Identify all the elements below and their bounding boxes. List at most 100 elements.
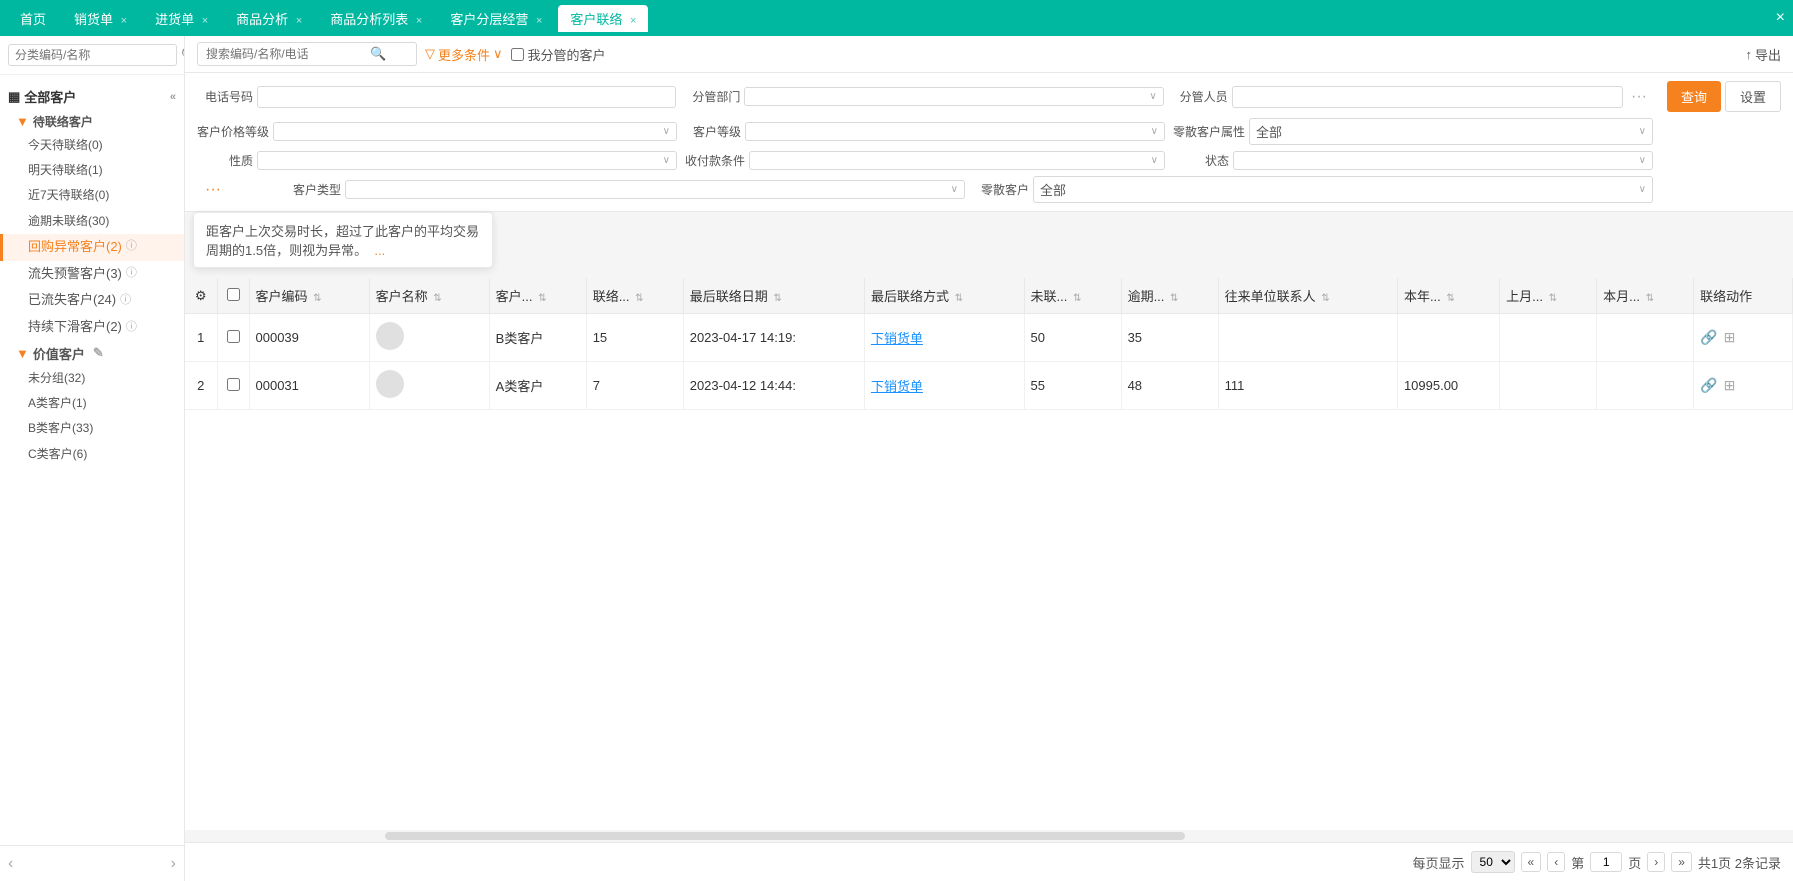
last-page-button[interactable]: » bbox=[1671, 852, 1692, 872]
nav-tab-customer-contact[interactable]: 客户联络 × bbox=[558, 5, 648, 32]
sort-icon[interactable]: ⇅ bbox=[955, 293, 963, 304]
close-icon[interactable]: × bbox=[121, 15, 127, 27]
sidebar-value-customers-group[interactable]: ▼ 价值客户 ✎ bbox=[0, 341, 184, 366]
close-icon[interactable]: × bbox=[296, 15, 302, 27]
sidebar-item-loss-warning[interactable]: 流失预警客户(3) ⓘ bbox=[0, 261, 184, 288]
main-search-icon[interactable]: 🔍 bbox=[370, 46, 386, 62]
right-arrow-icon[interactable]: › bbox=[171, 855, 176, 873]
page-number-input[interactable] bbox=[1590, 852, 1622, 872]
sort-icon[interactable]: ⇅ bbox=[313, 293, 321, 304]
filter-person-input[interactable] bbox=[1232, 86, 1623, 108]
td-checkbox-1[interactable] bbox=[217, 314, 249, 362]
next-page-button[interactable]: › bbox=[1647, 852, 1665, 872]
select-all-checkbox[interactable] bbox=[227, 288, 240, 301]
filter-customer-type-select[interactable]: ∨ bbox=[345, 180, 965, 199]
td-checkbox-2[interactable] bbox=[217, 362, 249, 410]
sort-icon[interactable]: ⇅ bbox=[1321, 293, 1329, 304]
horizontal-scrollbar[interactable] bbox=[185, 830, 1793, 842]
table-wrapper[interactable]: ⚙ 客户编码 ⇅ 客户名称 ⇅ bbox=[185, 278, 1793, 830]
filter-customer-level-select[interactable]: ∨ bbox=[745, 122, 1165, 141]
filter-person-dots[interactable]: ··· bbox=[1627, 89, 1651, 105]
filter-status-select[interactable]: ∨ bbox=[1233, 151, 1653, 170]
sidebar-item-ungrouped[interactable]: 未分组(32) bbox=[0, 366, 184, 391]
filter-phone: 电话号码 bbox=[197, 86, 676, 108]
nav-tab-home[interactable]: 首页 bbox=[8, 5, 58, 32]
filter-price-level-select[interactable]: ∨ bbox=[273, 122, 677, 141]
close-icon[interactable]: × bbox=[630, 15, 636, 27]
info-icon[interactable]: ⓘ bbox=[120, 292, 131, 310]
nav-tab-product-list[interactable]: 商品分析列表 × bbox=[318, 5, 434, 32]
sort-icon[interactable]: ⇅ bbox=[1646, 293, 1654, 304]
filter-payment-select[interactable]: ∨ bbox=[749, 151, 1165, 170]
filter-zero-attr-select[interactable]: 全部 ∨ bbox=[1249, 118, 1653, 145]
sidebar-item-tomorrow[interactable]: 明天待联络(1) bbox=[0, 158, 184, 183]
sidebar-item-declining[interactable]: 持续下滑客户(2) ⓘ bbox=[0, 314, 184, 341]
prev-page-button[interactable]: ‹ bbox=[1547, 852, 1565, 872]
close-icon[interactable]: × bbox=[202, 15, 208, 27]
filter-nature-select[interactable]: ∨ bbox=[257, 151, 677, 170]
last-method-link[interactable]: 下销货单 bbox=[871, 331, 923, 346]
sort-icon[interactable]: ⇅ bbox=[1170, 293, 1178, 304]
filter-customer-level: 客户等级 ∨ bbox=[685, 122, 1165, 141]
sort-icon[interactable]: ⇅ bbox=[433, 293, 441, 304]
sidebar-item-overdue[interactable]: 逾期未联络(30) bbox=[0, 209, 184, 234]
link-icon[interactable]: 🔗 bbox=[1700, 329, 1717, 346]
filter-dept-select[interactable]: ∨ bbox=[744, 87, 1163, 106]
td-type-1: B类客户 bbox=[489, 314, 586, 362]
filter-phone-input[interactable] bbox=[257, 86, 676, 108]
info-icon[interactable]: ⓘ bbox=[126, 265, 137, 283]
sidebar-item-today[interactable]: 今天待联络(0) bbox=[0, 133, 184, 158]
more-filter-button[interactable]: ▽ 更多条件 ∨ bbox=[425, 45, 503, 64]
gear-icon[interactable]: ⚙ bbox=[195, 288, 207, 303]
info-icon[interactable]: ⓘ bbox=[126, 319, 137, 337]
main-search-input[interactable] bbox=[206, 47, 366, 61]
sidebar-item-class-b[interactable]: B类客户(33) bbox=[0, 416, 184, 441]
th-gear[interactable]: ⚙ bbox=[185, 278, 217, 314]
query-button[interactable]: 查询 bbox=[1667, 81, 1721, 112]
sort-icon[interactable]: ⇅ bbox=[773, 293, 781, 304]
edit-icon[interactable]: ✎ bbox=[93, 345, 104, 361]
sidebar-item-7days[interactable]: 近7天待联络(0) bbox=[0, 183, 184, 208]
sidebar-item-class-a[interactable]: A类客户(1) bbox=[0, 391, 184, 416]
my-customer-checkbox-label[interactable]: 我分管的客户 bbox=[511, 45, 606, 64]
left-arrow-icon[interactable]: ‹ bbox=[8, 855, 13, 873]
filter-price-level-label: 客户价格等级 bbox=[197, 123, 269, 140]
sidebar-group-pending[interactable]: ▼ 待联络客户 bbox=[0, 110, 184, 133]
grid-icon[interactable]: ⊞ bbox=[1724, 329, 1736, 346]
sort-icon[interactable]: ⇅ bbox=[1446, 293, 1454, 304]
sidebar-item-class-c[interactable]: C类客户(6) bbox=[0, 442, 184, 467]
sort-icon[interactable]: ⇅ bbox=[538, 293, 546, 304]
export-button[interactable]: ↑ 导出 bbox=[1745, 45, 1781, 64]
sidebar-all-customers[interactable]: ▦ 全部客户 « bbox=[0, 83, 184, 110]
filter-zero-customer-select[interactable]: 全部 ∨ bbox=[1033, 176, 1653, 203]
close-icon[interactable]: × bbox=[536, 15, 542, 27]
nav-tab-sales[interactable]: 销货单 × bbox=[62, 5, 139, 32]
setting-button[interactable]: 设置 bbox=[1725, 81, 1781, 112]
per-page-select[interactable]: 50 bbox=[1471, 851, 1515, 873]
window-close-button[interactable]: × bbox=[1776, 9, 1785, 27]
grid-icon[interactable]: ⊞ bbox=[1724, 377, 1736, 394]
sidebar-collapse-btn[interactable]: « bbox=[170, 91, 176, 103]
sort-icon[interactable]: ⇅ bbox=[1073, 293, 1081, 304]
sort-icon[interactable]: ⇅ bbox=[635, 293, 643, 304]
close-icon[interactable]: × bbox=[416, 15, 422, 27]
sidebar-item-lost[interactable]: 已流失客户(24) ⓘ bbox=[0, 287, 184, 314]
my-customer-checkbox[interactable] bbox=[511, 48, 524, 61]
main-search-box[interactable]: 🔍 bbox=[197, 42, 417, 66]
first-page-button[interactable]: « bbox=[1521, 852, 1542, 872]
nav-tab-purchase[interactable]: 进货单 × bbox=[143, 5, 220, 32]
th-checkbox[interactable] bbox=[217, 278, 249, 314]
sort-icon[interactable]: ⇅ bbox=[1549, 293, 1557, 304]
row-checkbox[interactable] bbox=[227, 330, 240, 343]
last-method-link[interactable]: 下销货单 bbox=[871, 379, 923, 394]
row-checkbox[interactable] bbox=[227, 378, 240, 391]
filter-more-dots[interactable]: ··· bbox=[201, 182, 225, 198]
tooltip-more-dots[interactable]: ... bbox=[374, 243, 385, 258]
nav-tab-product-analysis[interactable]: 商品分析 × bbox=[224, 5, 314, 32]
link-icon[interactable]: 🔗 bbox=[1700, 377, 1717, 394]
info-icon[interactable]: ⓘ bbox=[126, 238, 137, 256]
sidebar-item-repurchase-abnormal[interactable]: 回购异常客户(2) ⓘ bbox=[0, 234, 184, 261]
scrollbar-thumb[interactable] bbox=[385, 832, 1185, 840]
sidebar-search-input[interactable] bbox=[8, 44, 177, 66]
nav-tab-customer-tier[interactable]: 客户分层经营 × bbox=[438, 5, 554, 32]
